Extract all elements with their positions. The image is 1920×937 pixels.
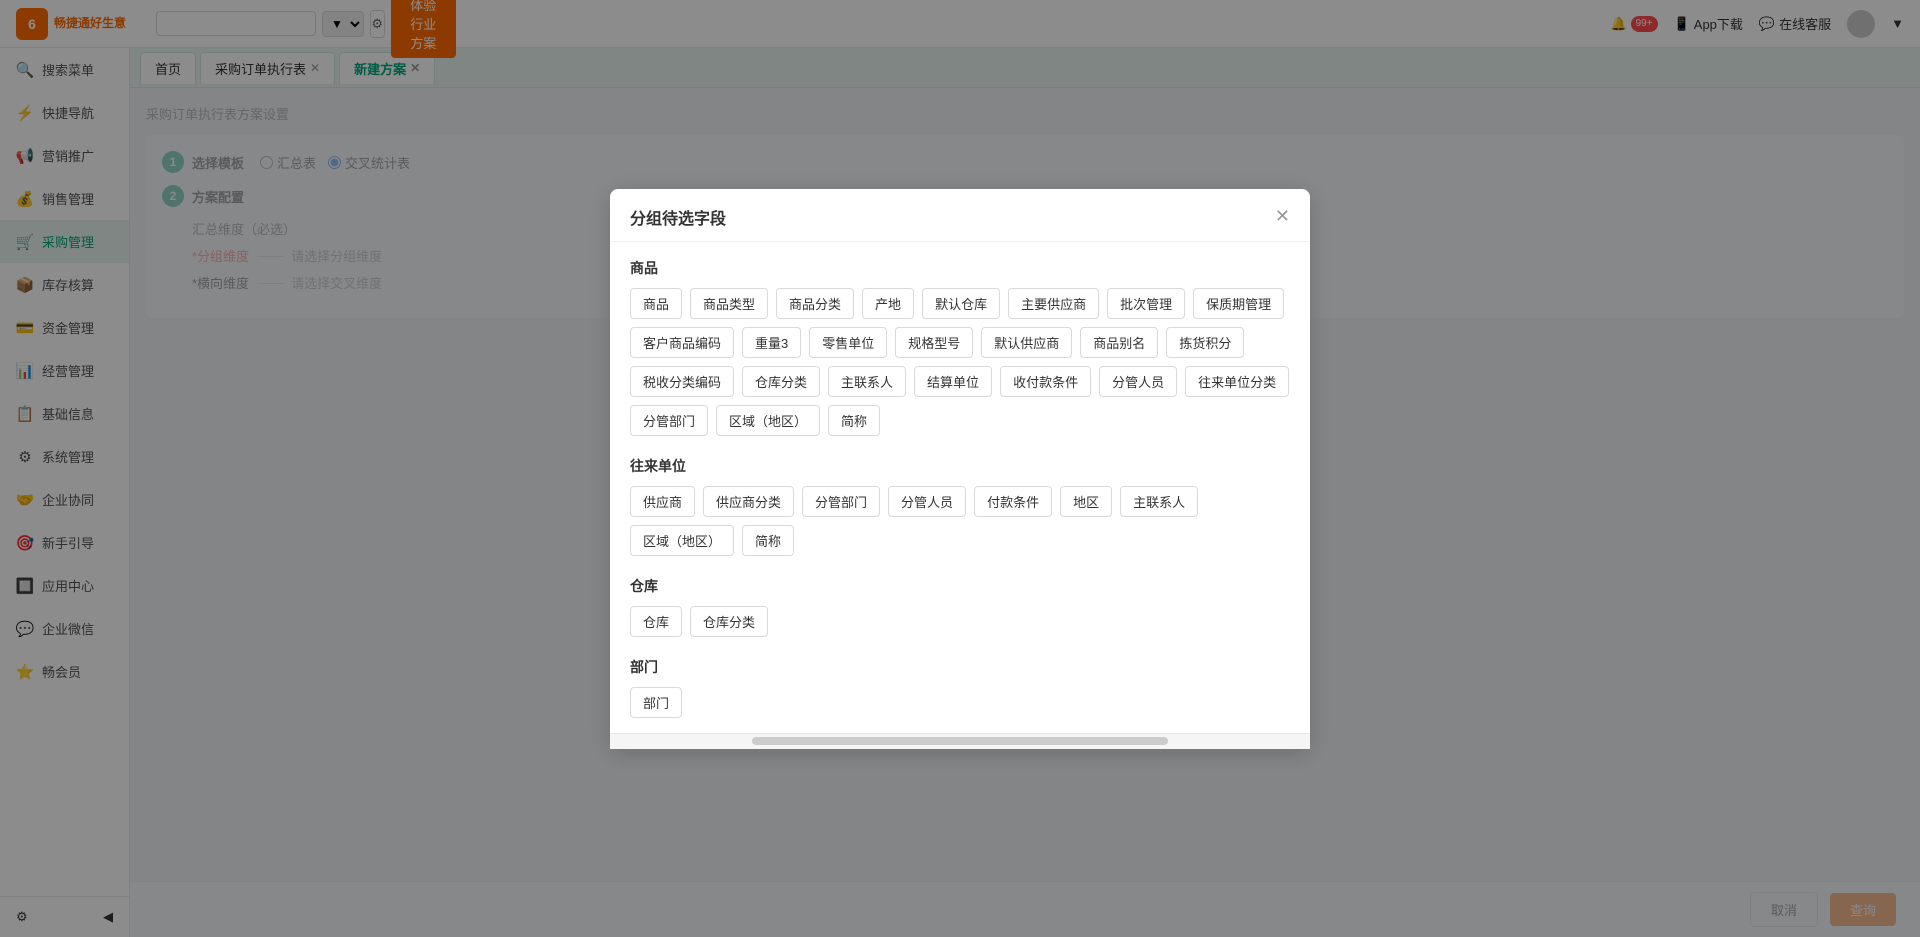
scroll-thumb — [752, 737, 1167, 745]
field-tag[interactable]: 分管人员 — [1099, 366, 1177, 397]
field-tag[interactable]: 部门 — [630, 687, 682, 718]
field-tag[interactable]: 主联系人 — [1120, 486, 1198, 517]
field-tag[interactable]: 简称 — [742, 525, 794, 556]
section-department-title: 部门 — [630, 657, 1290, 677]
section-partner-tags: 供应商 供应商分类 分管部门 分管人员 付款条件 地区 主联系人 区域（地区） … — [630, 486, 1290, 556]
section-partner-title: 往来单位 — [630, 456, 1290, 476]
field-tag[interactable]: 规格型号 — [895, 327, 973, 358]
field-tag[interactable]: 主联系人 — [828, 366, 906, 397]
section-warehouse-tags: 仓库 仓库分类 — [630, 606, 1290, 637]
modal-dialog: 分组待选字段 ✕ 商品 商品 商品类型 商品分类 产地 默认仓库 主要供应商 批… — [610, 189, 1310, 749]
field-tag[interactable]: 往来单位分类 — [1185, 366, 1289, 397]
modal-close-button[interactable]: ✕ — [1275, 206, 1290, 227]
field-tag[interactable]: 产地 — [862, 288, 914, 319]
field-tag[interactable]: 区域（地区） — [630, 525, 734, 556]
field-tag[interactable]: 税收分类编码 — [630, 366, 734, 397]
field-tag[interactable]: 仓库 — [630, 606, 682, 637]
field-tag[interactable]: 主要供应商 — [1008, 288, 1099, 319]
modal-overlay: 分组待选字段 ✕ 商品 商品 商品类型 商品分类 产地 默认仓库 主要供应商 批… — [0, 0, 1920, 937]
section-goods-tags: 商品 商品类型 商品分类 产地 默认仓库 主要供应商 批次管理 保质期管理 客户… — [630, 288, 1290, 436]
field-tag[interactable]: 地区 — [1060, 486, 1112, 517]
modal-scroll-bar[interactable] — [610, 733, 1310, 749]
field-tag[interactable]: 分管部门 — [630, 405, 708, 436]
section-warehouse: 仓库 仓库 仓库分类 — [630, 576, 1290, 637]
field-tag[interactable]: 批次管理 — [1107, 288, 1185, 319]
field-tag[interactable]: 付款条件 — [974, 486, 1052, 517]
field-tag[interactable]: 商品 — [630, 288, 682, 319]
field-tag[interactable]: 保质期管理 — [1193, 288, 1284, 319]
field-tag[interactable]: 分管部门 — [802, 486, 880, 517]
field-tag[interactable]: 商品分类 — [776, 288, 854, 319]
field-tag[interactable]: 收付款条件 — [1000, 366, 1091, 397]
field-tag[interactable]: 区域（地区） — [716, 405, 820, 436]
field-tag[interactable]: 仓库分类 — [742, 366, 820, 397]
field-tag[interactable]: 拣货积分 — [1166, 327, 1244, 358]
field-tag[interactable]: 重量3 — [742, 327, 801, 358]
field-tag[interactable]: 商品类型 — [690, 288, 768, 319]
section-partner: 往来单位 供应商 供应商分类 分管部门 分管人员 付款条件 地区 主联系人 区域… — [630, 456, 1290, 556]
modal-body: 商品 商品 商品类型 商品分类 产地 默认仓库 主要供应商 批次管理 保质期管理… — [610, 242, 1310, 733]
field-tag[interactable]: 结算单位 — [914, 366, 992, 397]
field-tag[interactable]: 供应商分类 — [703, 486, 794, 517]
field-tag[interactable]: 简称 — [828, 405, 880, 436]
section-department: 部门 部门 — [630, 657, 1290, 718]
modal-header: 分组待选字段 ✕ — [610, 189, 1310, 242]
field-tag[interactable]: 客户商品编码 — [630, 327, 734, 358]
field-tag[interactable]: 默认仓库 — [922, 288, 1000, 319]
section-goods-title: 商品 — [630, 258, 1290, 278]
section-department-tags: 部门 — [630, 687, 1290, 718]
section-goods: 商品 商品 商品类型 商品分类 产地 默认仓库 主要供应商 批次管理 保质期管理… — [630, 258, 1290, 436]
field-tag[interactable]: 分管人员 — [888, 486, 966, 517]
field-tag[interactable]: 商品别名 — [1080, 327, 1158, 358]
field-tag[interactable]: 供应商 — [630, 486, 695, 517]
section-warehouse-title: 仓库 — [630, 576, 1290, 596]
field-tag[interactable]: 零售单位 — [809, 327, 887, 358]
field-tag[interactable]: 仓库分类 — [690, 606, 768, 637]
modal-title: 分组待选字段 — [630, 205, 726, 229]
field-tag[interactable]: 默认供应商 — [981, 327, 1072, 358]
